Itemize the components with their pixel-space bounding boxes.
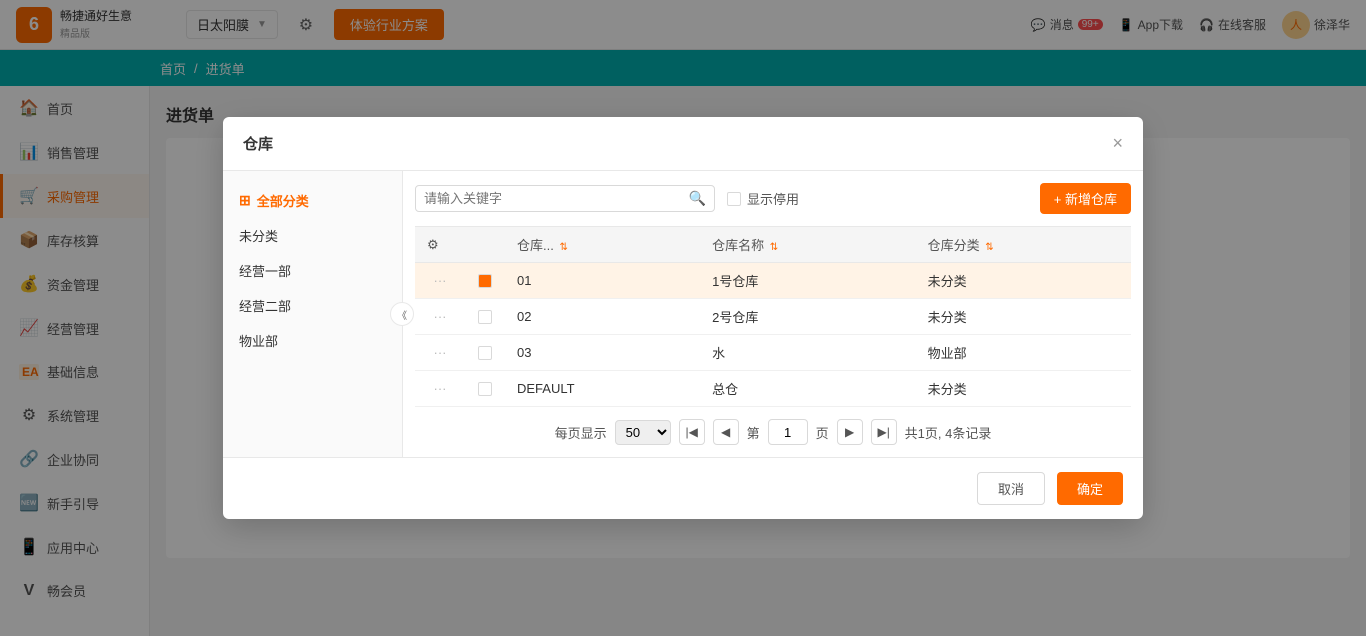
per-page-label: 每页显示 [555,423,607,442]
table-body: ··· 01 1号仓库 未分类 ··· 02 2号仓库 未分类 ··· 03 水… [415,263,1131,407]
row-name: 总仓 [700,371,915,407]
th-category[interactable]: 仓库分类 ⇅ [916,227,1131,263]
th-code[interactable]: 仓库... ⇅ [505,227,700,263]
th-category-label: 仓库分类 [928,238,980,253]
table-row[interactable]: ··· 01 1号仓库 未分类 [415,263,1131,299]
page-input[interactable] [768,419,808,445]
pagination: 每页显示 50 20 100 |◀ ◀ 第 页 ▶ ▶| 共1页, 4条记录 [415,419,1131,445]
table-row[interactable]: ··· 03 水 物业部 [415,335,1131,371]
th-name-label: 仓库名称 [712,238,764,253]
search-input[interactable] [424,191,689,206]
add-warehouse-button[interactable]: + 新增仓库 [1040,183,1131,214]
th-check [465,227,505,263]
category-property-label: 物业部 [239,331,278,350]
row-category: 物业部 [916,335,1131,371]
row-checkbox[interactable] [465,263,505,299]
search-icon[interactable]: 🔍 [689,190,706,207]
th-code-label: 仓库... [517,238,554,253]
warehouse-dialog: 仓库 × 《 ⊞ 全部分类 未分类 经营一部 经营二部 [223,117,1143,519]
first-page-button[interactable]: |◀ [679,419,705,445]
category-op1-label: 经营一部 [239,261,291,280]
category-item-property[interactable]: 物业部 [223,323,402,358]
row-category: 未分类 [916,299,1131,335]
category-all-icon: ⊞ [239,192,251,209]
next-page-button[interactable]: ▶ [837,419,863,445]
row-settings[interactable]: ··· [415,335,465,371]
row-settings[interactable]: ··· [415,299,465,335]
prev-page-button[interactable]: ◀ [713,419,739,445]
page-suffix-label: 页 [816,423,829,442]
category-item-all[interactable]: ⊞ 全部分类 [223,183,402,218]
category-item-op2[interactable]: 经营二部 [223,288,402,323]
th-settings: ⚙ [415,227,465,263]
dialog-body: 《 ⊞ 全部分类 未分类 经营一部 经营二部 物业部 [223,171,1143,457]
row-name: 2号仓库 [700,299,915,335]
row-code: 03 [505,335,700,371]
row-code: 02 [505,299,700,335]
page-prefix-label: 第 [747,423,760,442]
dialog-footer: 取消 确定 [223,457,1143,519]
total-label: 共1页, 4条记录 [905,423,992,442]
cancel-button[interactable]: 取消 [977,472,1045,505]
category-panel: 《 ⊞ 全部分类 未分类 经营一部 经营二部 物业部 [223,171,403,457]
collapse-button[interactable]: 《 [390,302,414,326]
sort-category-icon: ⇅ [985,242,993,253]
search-box: 🔍 [415,185,715,212]
row-code: 01 [505,263,700,299]
category-unclassified-label: 未分类 [239,226,278,245]
category-all-label: 全部分类 [257,191,309,210]
show-disabled-text: 显示停用 [747,189,799,208]
category-item-unclassified[interactable]: 未分类 [223,218,402,253]
row-category: 未分类 [916,371,1131,407]
row-code: DEFAULT [505,371,700,407]
last-page-button[interactable]: ▶| [871,419,897,445]
category-item-op1[interactable]: 经营一部 [223,253,402,288]
row-checkbox[interactable] [465,335,505,371]
dialog-title: 仓库 [243,133,273,154]
table-header-row: ⚙ 仓库... ⇅ 仓库名称 ⇅ 仓库分类 [415,227,1131,263]
sort-code-icon: ⇅ [559,242,567,253]
row-settings[interactable]: ··· [415,263,465,299]
row-name: 水 [700,335,915,371]
per-page-select[interactable]: 50 20 100 [615,420,671,445]
dialog-header: 仓库 × [223,117,1143,171]
sort-name-icon: ⇅ [770,242,778,253]
category-op2-label: 经营二部 [239,296,291,315]
row-checkbox[interactable] [465,299,505,335]
confirm-button[interactable]: 确定 [1057,472,1123,505]
toolbar: 🔍 显示停用 + 新增仓库 [415,183,1131,214]
dialog-close-button[interactable]: × [1112,133,1123,154]
show-disabled-label[interactable]: 显示停用 [727,189,799,208]
dialog-overlay: 仓库 × 《 ⊞ 全部分类 未分类 经营一部 经营二部 [0,0,1366,636]
row-checkbox[interactable] [465,371,505,407]
table-row[interactable]: ··· 02 2号仓库 未分类 [415,299,1131,335]
row-category: 未分类 [916,263,1131,299]
th-name[interactable]: 仓库名称 ⇅ [700,227,915,263]
row-settings[interactable]: ··· [415,371,465,407]
row-name: 1号仓库 [700,263,915,299]
table-row[interactable]: ··· DEFAULT 总仓 未分类 [415,371,1131,407]
show-disabled-checkbox[interactable] [727,192,741,206]
warehouse-right-panel: 🔍 显示停用 + 新增仓库 ⚙ 仓库. [403,171,1143,457]
warehouse-table: ⚙ 仓库... ⇅ 仓库名称 ⇅ 仓库分类 [415,226,1131,407]
